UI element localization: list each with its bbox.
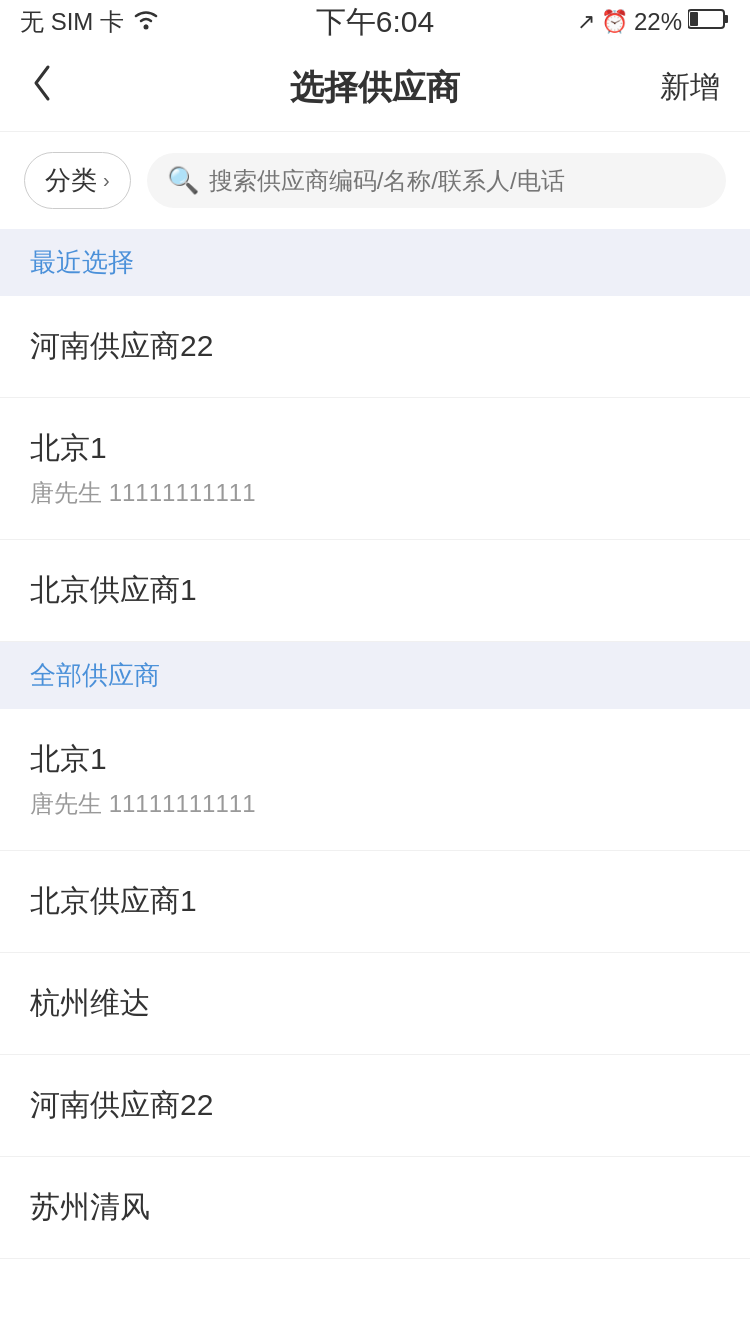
all-section-header: 全部供应商 [0, 642, 750, 709]
alarm-icon: ⏰ [601, 9, 628, 35]
all-list-item[interactable]: 北京1 唐先生 11111111111 [0, 709, 750, 851]
item-name: 北京1 [30, 428, 720, 469]
status-bar: 无 SIM 卡 下午6:04 ↗ ⏰ 22% [0, 0, 750, 44]
item-name: 杭州维达 [30, 983, 720, 1024]
item-name: 北京供应商1 [30, 570, 720, 611]
recent-list-item[interactable]: 北京供应商1 [0, 540, 750, 642]
search-icon: 🔍 [167, 165, 199, 196]
filter-bar: 分类 › 🔍 [0, 132, 750, 229]
all-list-item[interactable]: 杭州维达 [0, 953, 750, 1055]
chevron-right-icon: › [103, 169, 110, 192]
category-button[interactable]: 分类 › [24, 152, 131, 209]
item-name: 苏州清风 [30, 1187, 720, 1228]
nav-bar: 选择供应商 新增 [0, 44, 750, 132]
status-left: 无 SIM 卡 [20, 6, 160, 38]
category-label: 分类 [45, 163, 97, 198]
battery-icon [688, 8, 730, 36]
recent-section-header: 最近选择 [0, 229, 750, 296]
recent-list-item[interactable]: 北京1 唐先生 11111111111 [0, 398, 750, 540]
all-list-item[interactable]: 河南供应商22 [0, 1055, 750, 1157]
location-icon: ↗ [577, 9, 595, 35]
svg-point-0 [144, 25, 149, 30]
recent-list-item[interactable]: 河南供应商22 [0, 296, 750, 398]
svg-rect-3 [690, 12, 698, 26]
search-input[interactable] [209, 167, 706, 195]
status-right: ↗ ⏰ 22% [577, 8, 730, 36]
battery-text: 22% [634, 8, 682, 36]
item-name: 河南供应商22 [30, 326, 720, 367]
back-button[interactable] [20, 53, 64, 122]
carrier-text: 无 SIM 卡 [20, 6, 124, 38]
recent-items-list: 河南供应商22 北京1 唐先生 11111111111 北京供应商1 [0, 296, 750, 642]
search-box[interactable]: 🔍 [147, 153, 726, 208]
svg-rect-2 [724, 15, 728, 23]
add-button[interactable]: 新增 [660, 67, 720, 108]
recent-section-label: 最近选择 [30, 247, 134, 277]
item-name: 北京1 [30, 739, 720, 780]
item-name: 北京供应商1 [30, 881, 720, 922]
status-time: 下午6:04 [316, 2, 434, 43]
all-items-list: 北京1 唐先生 11111111111 北京供应商1 杭州维达河南供应商22 苏州清风 [0, 709, 750, 1259]
item-sub: 唐先生 11111111111 [30, 477, 720, 509]
all-list-item[interactable]: 苏州清风 [0, 1157, 750, 1259]
wifi-icon [132, 8, 160, 36]
all-section-label: 全部供应商 [30, 660, 160, 690]
page-title: 选择供应商 [290, 65, 460, 111]
item-sub: 唐先生 11111111111 [30, 788, 720, 820]
item-name: 河南供应商22 [30, 1085, 720, 1126]
all-list-item[interactable]: 北京供应商1 [0, 851, 750, 953]
